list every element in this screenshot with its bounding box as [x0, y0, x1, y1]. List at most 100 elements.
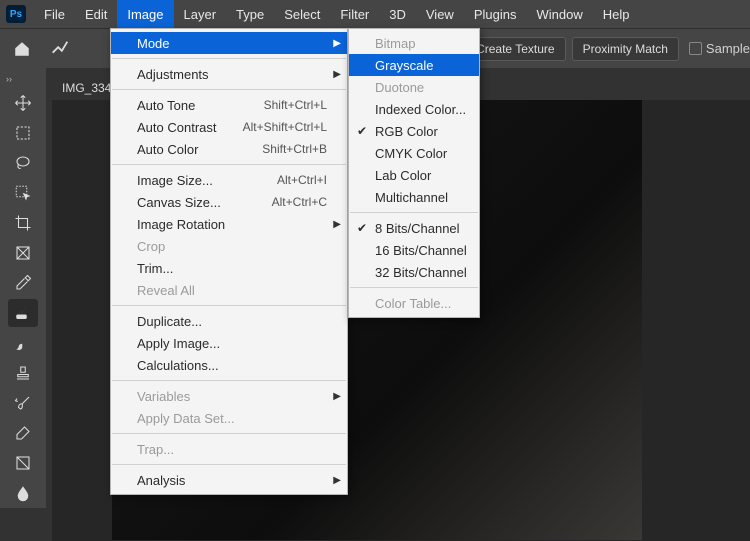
menu-calculations[interactable]: Calculations...: [111, 354, 347, 376]
menu-separator: [112, 305, 346, 306]
menu-apply-data-set: Apply Data Set...: [111, 407, 347, 429]
menu-auto-color[interactable]: Auto Color Shift+Ctrl+B: [111, 138, 347, 160]
menu-select[interactable]: Select: [274, 0, 330, 28]
label: CMYK Color: [375, 146, 447, 161]
menu-filter[interactable]: Filter: [330, 0, 379, 28]
move-tool[interactable]: [8, 89, 38, 117]
stamp-tool[interactable]: [8, 359, 38, 387]
menu-duplicate[interactable]: Duplicate...: [111, 310, 347, 332]
menu-file[interactable]: File: [34, 0, 75, 28]
label: Variables: [137, 389, 190, 404]
checkmark-icon: ✔: [357, 124, 367, 138]
label: Grayscale: [375, 58, 434, 73]
menu-image-size[interactable]: Image Size...Alt+Ctrl+I: [111, 169, 347, 191]
app-icon: Ps: [6, 5, 26, 23]
mode-indexed[interactable]: Indexed Color...: [349, 98, 479, 120]
label: Bitmap: [375, 36, 415, 51]
eyedropper-tool[interactable]: [8, 269, 38, 297]
label: Indexed Color...: [375, 102, 466, 117]
menu-auto-tone[interactable]: Auto Tone Shift+Ctrl+L: [111, 94, 347, 116]
label: Duotone: [375, 80, 424, 95]
mode-submenu: Bitmap Grayscale Duotone Indexed Color..…: [348, 28, 480, 318]
mode-grayscale[interactable]: Grayscale: [349, 54, 479, 76]
label: Duplicate...: [137, 314, 202, 329]
label: Apply Data Set...: [137, 411, 235, 426]
label: Color Table...: [375, 296, 451, 311]
label: Auto Color: [137, 142, 198, 157]
sample-label: Sample: [706, 41, 750, 56]
expand-panel-icon[interactable]: ››: [0, 74, 12, 84]
mode-16bit[interactable]: 16 Bits/Channel: [349, 239, 479, 261]
submenu-arrow-icon: ▶: [333, 391, 341, 402]
menu-mode[interactable]: Mode▶: [111, 32, 347, 54]
mode-bitmap: Bitmap: [349, 32, 479, 54]
label: Image Size...: [137, 173, 213, 188]
proximity-match-button[interactable]: Proximity Match: [572, 37, 679, 61]
menu-separator: [112, 164, 346, 165]
menu-image[interactable]: Image: [117, 0, 173, 28]
menu-separator: [112, 380, 346, 381]
label: Auto Tone: [137, 98, 195, 113]
menu-variables: Variables ▶: [111, 385, 347, 407]
label: Calculations...: [137, 358, 219, 373]
menu-separator: [112, 464, 346, 465]
label: Trap...: [137, 442, 174, 457]
menu-image-rotation[interactable]: Image Rotation▶: [111, 213, 347, 235]
label: Apply Image...: [137, 336, 220, 351]
menu-help[interactable]: Help: [593, 0, 640, 28]
shortcut: Shift+Ctrl+B: [262, 142, 327, 156]
create-texture-button[interactable]: Create Texture: [465, 37, 566, 61]
crop-tool[interactable]: [8, 209, 38, 237]
menu-plugins[interactable]: Plugins: [464, 0, 527, 28]
history-brush-tool[interactable]: [8, 389, 38, 417]
menu-type[interactable]: Type: [226, 0, 274, 28]
mode-rgb[interactable]: ✔ RGB Color: [349, 120, 479, 142]
submenu-arrow-icon: ▶: [333, 475, 341, 486]
blur-tool[interactable]: [8, 479, 38, 507]
mode-8bit[interactable]: ✔8 Bits/Channel: [349, 217, 479, 239]
menu-canvas-size[interactable]: Canvas Size... Alt+Ctrl+C: [111, 191, 347, 213]
menu-separator: [350, 212, 478, 213]
label: Canvas Size...: [137, 195, 221, 210]
label: 32 Bits/Channel: [375, 265, 467, 280]
eraser-tool[interactable]: [8, 419, 38, 447]
menu-trim[interactable]: Trim...: [111, 257, 347, 279]
mode-color-table: Color Table...: [349, 292, 479, 314]
menu-adjustments[interactable]: Adjustments▶: [111, 63, 347, 85]
tools-panel: ››: [0, 68, 46, 508]
frame-tool[interactable]: [8, 239, 38, 267]
menu-3d[interactable]: 3D: [379, 0, 416, 28]
sample-option[interactable]: Sample: [689, 41, 750, 56]
menu-apply-image[interactable]: Apply Image...: [111, 332, 347, 354]
submenu-arrow-icon: ▶: [333, 219, 341, 230]
checkmark-icon: ✔: [357, 221, 367, 235]
menu-window[interactable]: Window: [526, 0, 592, 28]
tool-preset-picker[interactable]: [44, 34, 76, 64]
marquee-tool[interactable]: [8, 119, 38, 147]
menu-bar: Ps File Edit Image Layer Type Select Fil…: [0, 0, 750, 28]
object-select-tool[interactable]: [8, 179, 38, 207]
shortcut: Alt+Shift+Ctrl+L: [243, 120, 327, 134]
mode-lab[interactable]: Lab Color: [349, 164, 479, 186]
menu-crop: Crop: [111, 235, 347, 257]
mode-32bit[interactable]: 32 Bits/Channel: [349, 261, 479, 283]
label: Multichannel: [375, 190, 448, 205]
label: Reveal All: [137, 283, 195, 298]
menu-separator: [112, 433, 346, 434]
menu-layer[interactable]: Layer: [174, 0, 227, 28]
menu-view[interactable]: View: [416, 0, 464, 28]
shortcut: Alt+Ctrl+C: [272, 195, 327, 209]
menu-edit[interactable]: Edit: [75, 0, 117, 28]
shortcut: Shift+Ctrl+L: [264, 98, 327, 112]
menu-analysis[interactable]: Analysis▶: [111, 469, 347, 491]
mode-multichannel[interactable]: Multichannel: [349, 186, 479, 208]
brush-tool[interactable]: [8, 329, 38, 357]
sample-checkbox[interactable]: [689, 42, 702, 55]
label: RGB Color: [375, 124, 438, 139]
healing-brush-tool[interactable]: [8, 299, 38, 327]
menu-auto-contrast[interactable]: Auto ContrastAlt+Shift+Ctrl+L: [111, 116, 347, 138]
mode-cmyk[interactable]: CMYK Color: [349, 142, 479, 164]
lasso-tool[interactable]: [8, 149, 38, 177]
gradient-tool[interactable]: [8, 449, 38, 477]
home-button[interactable]: [6, 34, 38, 64]
